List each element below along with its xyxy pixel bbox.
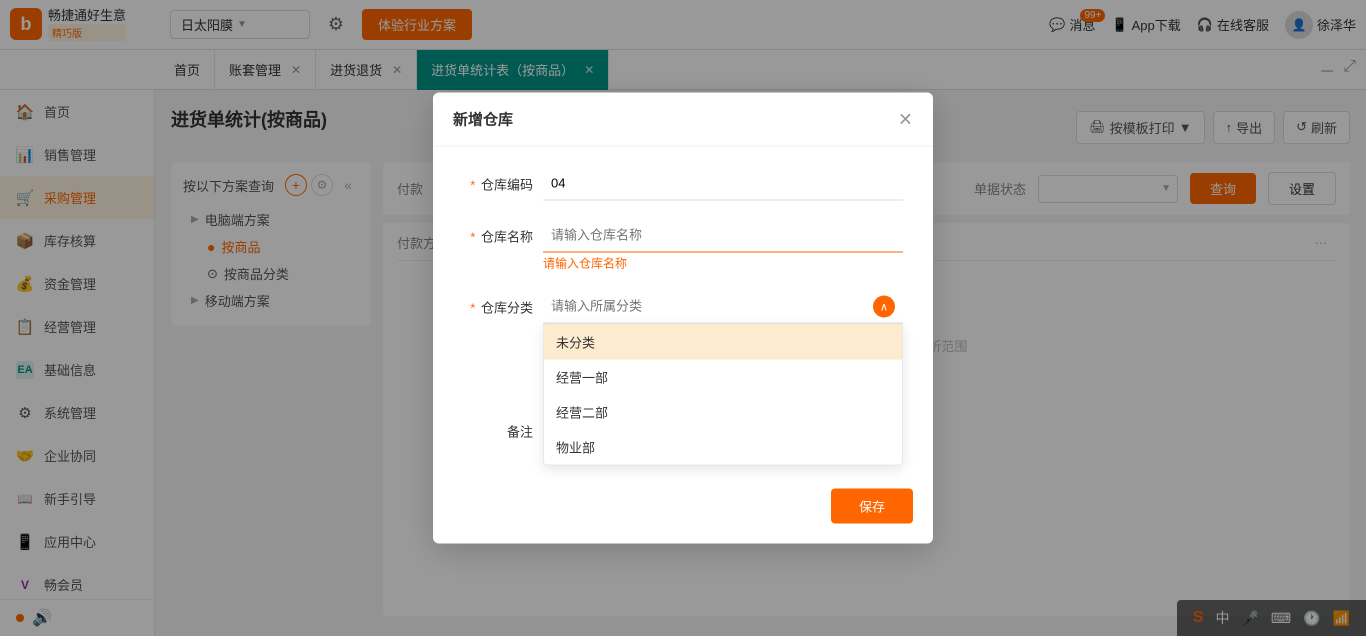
note-label: 备注 xyxy=(463,414,533,441)
category-dropdown-toggle[interactable]: ∧ xyxy=(873,296,895,318)
name-label: * 仓库名称 xyxy=(463,219,533,246)
new-warehouse-modal: 新增仓库 ✕ * 仓库编码 * 仓库名称 请输入仓库名称 xyxy=(433,93,933,544)
name-error-hint: 请输入仓库名称 xyxy=(543,255,903,272)
category-dropdown-list: 未分类 经营一部 经营二部 物业部 xyxy=(543,324,903,466)
modal-footer: 保存 xyxy=(433,479,933,544)
modal-header: 新增仓库 ✕ xyxy=(433,93,933,147)
code-label: * 仓库编码 xyxy=(463,167,533,194)
modal-close-button[interactable]: ✕ xyxy=(898,110,913,128)
dropdown-item-property[interactable]: 物业部 xyxy=(544,430,902,465)
category-input-wrap: ∧ 未分类 经营一部 经营二部 物业部 xyxy=(543,290,903,324)
code-input[interactable] xyxy=(543,167,903,201)
name-input[interactable] xyxy=(543,219,903,253)
modal-title: 新增仓库 xyxy=(453,109,513,130)
form-row-name: * 仓库名称 请输入仓库名称 xyxy=(463,219,903,272)
modal-body: * 仓库编码 * 仓库名称 请输入仓库名称 * 仓库分类 xyxy=(433,147,933,479)
category-label: * 仓库分类 xyxy=(463,290,533,317)
dropdown-item-dept1[interactable]: 经营一部 xyxy=(544,360,902,395)
dropdown-item-dept2[interactable]: 经营二部 xyxy=(544,395,902,430)
dropdown-item-uncategorized[interactable]: 未分类 xyxy=(544,325,902,360)
code-input-wrap xyxy=(543,167,903,201)
save-button[interactable]: 保存 xyxy=(831,489,913,524)
name-input-wrap: 请输入仓库名称 xyxy=(543,219,903,272)
category-input[interactable] xyxy=(543,290,903,324)
form-row-code: * 仓库编码 xyxy=(463,167,903,201)
form-row-category: * 仓库分类 ∧ 未分类 经营一部 经营二部 物业部 xyxy=(463,290,903,324)
